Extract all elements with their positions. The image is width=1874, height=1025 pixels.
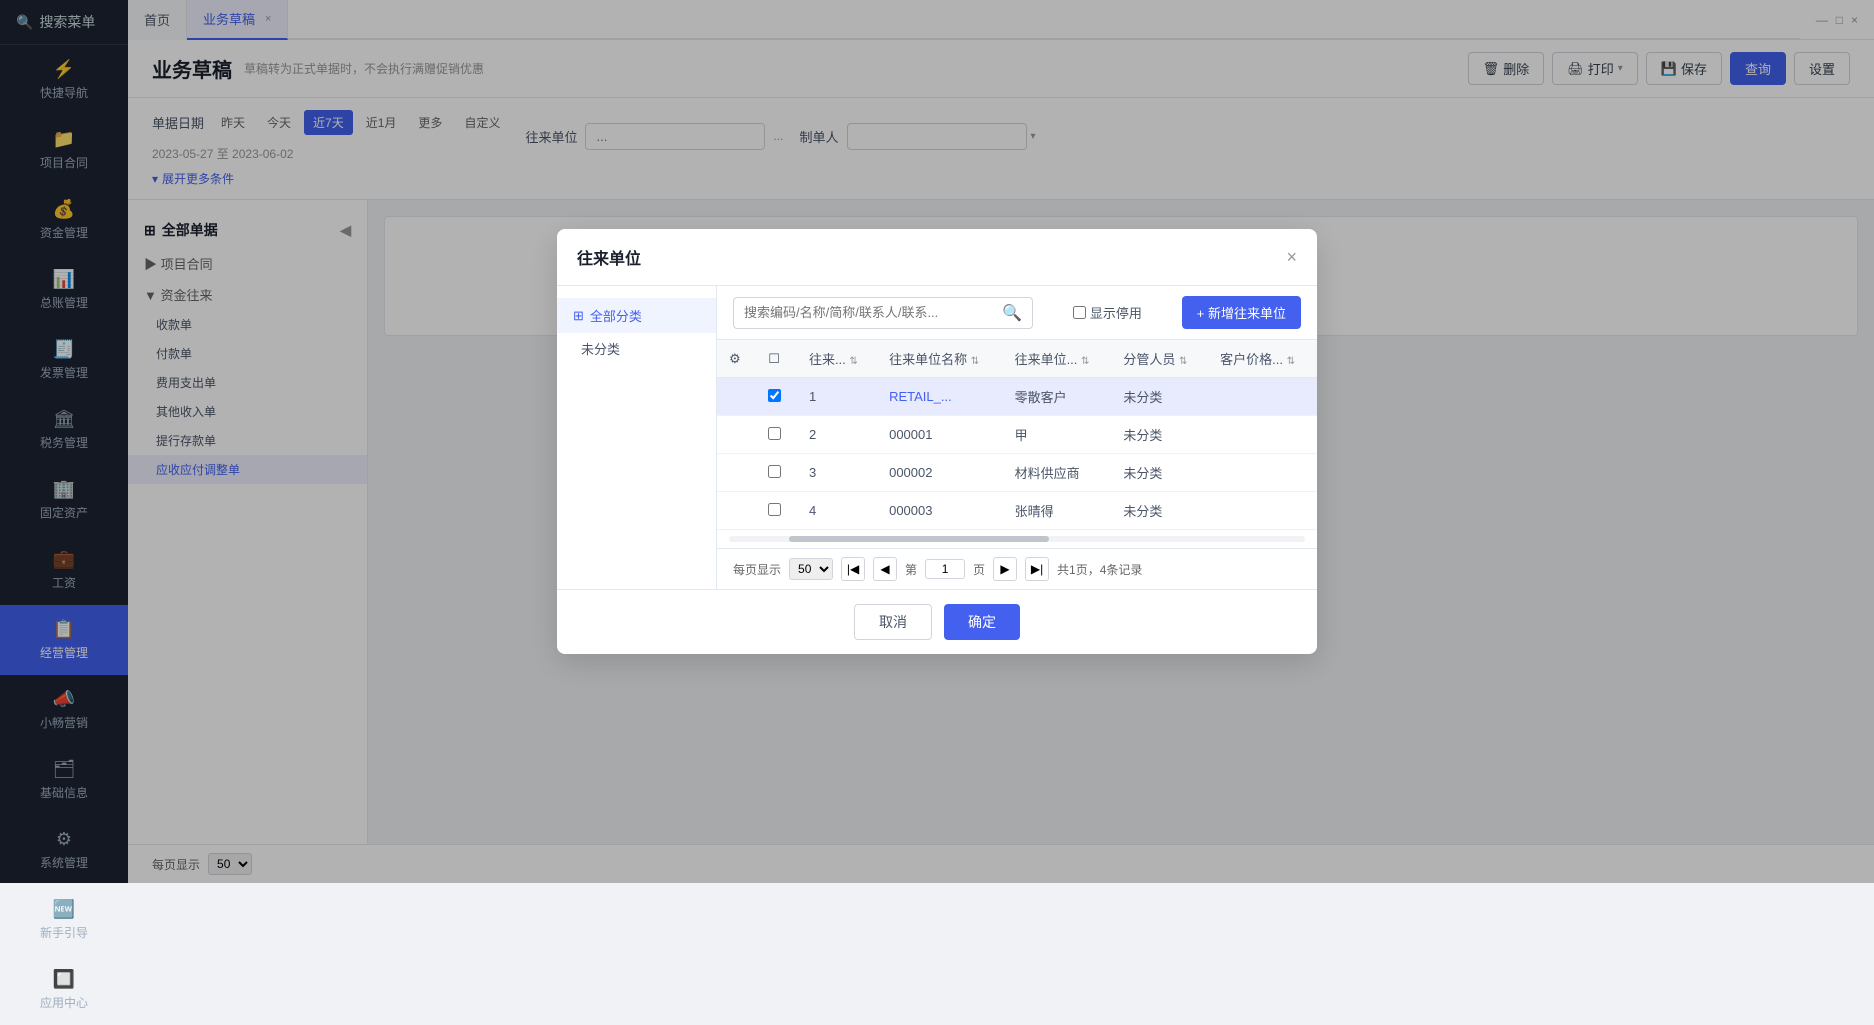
- search-box: 🔍: [733, 297, 1033, 329]
- table-row[interactable]: 3 000002 材料供应商 未分类: [717, 454, 1317, 492]
- counterpart-table: ⚙ ☐ 往来... ⇅ 往来单位名称 ⇅ 往来单位... ⇅ 分管人员 ⇅ 客户…: [717, 340, 1317, 530]
- col-settings[interactable]: ⚙: [717, 340, 756, 378]
- show-disabled-label: 显示停用: [1090, 303, 1142, 322]
- col-code[interactable]: 往来... ⇅: [797, 340, 877, 378]
- col-name[interactable]: 往来单位名称 ⇅: [877, 340, 1002, 378]
- last-page-button[interactable]: ▶|: [1025, 557, 1049, 581]
- add-counterpart-button[interactable]: + 新增往来单位: [1182, 296, 1301, 329]
- dialog-table: ⚙ ☐ 往来... ⇅ 往来单位名称 ⇅ 往来单位... ⇅ 分管人员 ⇅ 客户…: [717, 340, 1317, 530]
- sidebar-item-label: 应用中心: [40, 994, 88, 1011]
- dialog-toolbar: 🔍 显示停用 + 新增往来单位: [717, 286, 1317, 340]
- dialog-sidebar: ⊞ 全部分类 未分类: [557, 286, 717, 589]
- sidebar-item-apps[interactable]: 🔲 应用中心: [0, 955, 128, 1025]
- pagination-bar: 每页显示 50 |◀ ◀ 第 页 ▶ ▶| 共1页，4条记录: [717, 548, 1317, 589]
- row-settings: [717, 416, 756, 454]
- row-manager: [1208, 492, 1317, 530]
- dialog-main: 🔍 显示停用 + 新增往来单位 ⚙: [717, 286, 1317, 589]
- row-name: 材料供应商: [1003, 454, 1112, 492]
- page-size-select[interactable]: 50: [789, 558, 833, 580]
- row-no: 1: [797, 378, 877, 416]
- horizontal-scrollbar[interactable]: [729, 536, 1305, 542]
- total-info: 共1页，4条记录: [1057, 561, 1142, 578]
- search-input[interactable]: [744, 305, 996, 320]
- row-manager: [1208, 378, 1317, 416]
- first-page-button[interactable]: |◀: [841, 557, 865, 581]
- dialog-sidebar-item-all[interactable]: ⊞ 全部分类: [557, 298, 716, 333]
- row-category: 未分类: [1111, 378, 1208, 416]
- row-code: 000003: [877, 492, 1002, 530]
- apps-icon: 🔲: [53, 969, 75, 990]
- dialog-overlay[interactable]: 往来单位 × ⊞ 全部分类 未分类 🔍: [0, 0, 1874, 883]
- dialog-actions: 取消 确定: [557, 589, 1317, 654]
- search-icon: 🔍: [1002, 303, 1022, 323]
- row-no: 2: [797, 416, 877, 454]
- col-manager[interactable]: 分管人员 ⇅: [1111, 340, 1208, 378]
- table-header-row: ⚙ ☐ 往来... ⇅ 往来单位名称 ⇅ 往来单位... ⇅ 分管人员 ⇅ 客户…: [717, 340, 1317, 378]
- row-name: 甲: [1003, 416, 1112, 454]
- row-settings: [717, 454, 756, 492]
- row-category: 未分类: [1111, 416, 1208, 454]
- row-manager: [1208, 454, 1317, 492]
- cancel-button[interactable]: 取消: [854, 604, 932, 640]
- scrollbar-thumb[interactable]: [789, 536, 1049, 542]
- table-row[interactable]: 1 RETAIL_... 零散客户 未分类: [717, 378, 1317, 416]
- table-row[interactable]: 2 000001 甲 未分类: [717, 416, 1317, 454]
- row-checkbox[interactable]: [756, 454, 797, 492]
- sidebar-item-guide[interactable]: 🆕 新手引导: [0, 885, 128, 955]
- grid-icon: ⊞: [573, 308, 584, 324]
- page-unit: 页: [973, 561, 985, 578]
- row-name: 张晴得: [1003, 492, 1112, 530]
- dialog-close-button[interactable]: ×: [1286, 247, 1297, 268]
- row-code: 000001: [877, 416, 1002, 454]
- row-code: 000002: [877, 454, 1002, 492]
- row-code: RETAIL_...: [877, 378, 1002, 416]
- prev-page-button[interactable]: ◀: [873, 557, 897, 581]
- row-category: 未分类: [1111, 492, 1208, 530]
- row-manager: [1208, 416, 1317, 454]
- row-no: 3: [797, 454, 877, 492]
- counterpart-dialog: 往来单位 × ⊞ 全部分类 未分类 🔍: [557, 229, 1317, 654]
- row-name: 零散客户: [1003, 378, 1112, 416]
- dialog-title: 往来单位: [577, 245, 641, 269]
- dialog-body: ⊞ 全部分类 未分类 🔍 显示停用: [557, 286, 1317, 589]
- col-category[interactable]: 往来单位... ⇅: [1003, 340, 1112, 378]
- show-disabled-checkbox[interactable]: 显示停用: [1073, 303, 1142, 322]
- row-checkbox[interactable]: [756, 378, 797, 416]
- next-page-button[interactable]: ▶: [993, 557, 1017, 581]
- row-category: 未分类: [1111, 454, 1208, 492]
- guide-icon: 🆕: [53, 899, 75, 920]
- page-label: 第: [905, 561, 917, 578]
- confirm-button[interactable]: 确定: [944, 604, 1020, 640]
- dialog-header: 往来单位 ×: [557, 229, 1317, 286]
- table-row[interactable]: 4 000003 张晴得 未分类: [717, 492, 1317, 530]
- page-size-label: 每页显示: [733, 561, 781, 578]
- show-disabled-check[interactable]: [1073, 306, 1086, 319]
- row-no: 4: [797, 492, 877, 530]
- row-checkbox[interactable]: [756, 492, 797, 530]
- col-checkbox[interactable]: ☐: [756, 340, 797, 378]
- col-price[interactable]: 客户价格... ⇅: [1208, 340, 1317, 378]
- row-settings: [717, 378, 756, 416]
- page-number-input[interactable]: [925, 559, 965, 579]
- sidebar-item-label: 新手引导: [40, 924, 88, 941]
- row-checkbox[interactable]: [756, 416, 797, 454]
- dialog-sidebar-sub-unclassified[interactable]: 未分类: [557, 333, 716, 364]
- row-settings: [717, 492, 756, 530]
